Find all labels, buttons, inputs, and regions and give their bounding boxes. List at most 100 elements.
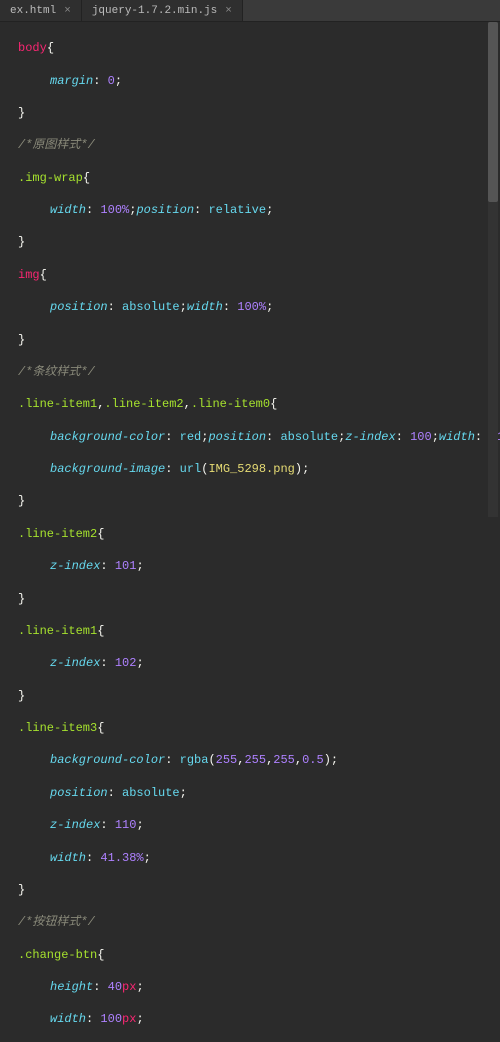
code-token: : — [223, 300, 237, 314]
code-token: ; — [136, 1012, 143, 1026]
code-token: { — [97, 721, 104, 735]
code-token: z-index — [345, 430, 395, 444]
code-token: { — [97, 624, 104, 638]
code-token: position — [50, 300, 108, 314]
code-token: : — [86, 1012, 100, 1026]
code-token: ; — [302, 462, 309, 476]
code-token: .line-item1 — [18, 624, 97, 638]
code-token: 102 — [115, 656, 137, 670]
code-token: ; — [432, 430, 439, 444]
code-token: } — [18, 883, 25, 897]
code-token: .line-item0 — [191, 397, 270, 411]
code-token: ) — [295, 462, 302, 476]
code-token: rgba — [180, 753, 209, 767]
code-token: ; — [136, 559, 143, 573]
code-token: : — [165, 462, 179, 476]
code-token: 100% — [100, 203, 129, 217]
code-editor[interactable]: body{ margin: 0; } /*原图样式*/ .img-wrap{ w… — [0, 22, 500, 1042]
code-token: : — [100, 559, 114, 573]
code-token: .line-item1 — [18, 397, 97, 411]
code-token: { — [47, 41, 54, 55]
code-token: relative — [208, 203, 266, 217]
tab-bar: ex.html × jquery-1.7.2.min.js × — [0, 0, 500, 22]
code-token: z-index — [50, 818, 100, 832]
scrollbar-vertical[interactable] — [488, 22, 498, 517]
code-token: : — [266, 430, 280, 444]
code-token: { — [97, 527, 104, 541]
close-icon[interactable]: × — [225, 5, 232, 17]
code-token: { — [97, 948, 104, 962]
code-token: ; — [331, 753, 338, 767]
code-token: background-image — [50, 462, 165, 476]
close-icon[interactable]: × — [64, 5, 71, 17]
code-token: : — [93, 980, 107, 994]
code-token: red — [180, 430, 202, 444]
code-token: .line-item2 — [18, 527, 97, 541]
code-token: 0 — [108, 74, 115, 88]
code-token: : — [165, 430, 179, 444]
code-token: absolute — [122, 786, 180, 800]
code-token: , — [184, 397, 191, 411]
code-token: ; — [180, 300, 187, 314]
tab-jquery[interactable]: jquery-1.7.2.min.js × — [82, 0, 243, 21]
code-token: , — [295, 753, 302, 767]
code-comment: /*原图样式*/ — [18, 138, 95, 152]
code-token: ; — [115, 74, 122, 88]
code-token: absolute — [280, 430, 338, 444]
code-token: .img-wrap — [18, 171, 83, 185]
code-comment: /*按钮样式*/ — [18, 915, 95, 929]
code-token: : — [194, 203, 208, 217]
code-token: .line-item3 — [18, 721, 97, 735]
code-token: width — [50, 851, 86, 865]
code-token: 41.38% — [100, 851, 143, 865]
code-token: { — [83, 171, 90, 185]
code-token: position — [208, 430, 266, 444]
code-token: 100% — [237, 300, 266, 314]
code-token: ; — [266, 300, 273, 314]
code-token: 110 — [115, 818, 137, 832]
code-token: } — [18, 333, 25, 347]
code-token: width — [50, 203, 86, 217]
code-token: } — [18, 592, 25, 606]
code-comment: /*条纹样式*/ — [18, 365, 95, 379]
code-token: px — [122, 1012, 136, 1026]
code-token: , — [266, 753, 273, 767]
code-token: 100 — [100, 1012, 122, 1026]
code-token: url — [180, 462, 202, 476]
code-token: 0.5 — [302, 753, 324, 767]
code-token: z-index — [50, 656, 100, 670]
code-token: IMG_5298.png — [208, 462, 294, 476]
code-token: ; — [266, 203, 273, 217]
code-token: : — [108, 786, 122, 800]
code-token: ) — [324, 753, 331, 767]
tab-ex-html[interactable]: ex.html × — [0, 0, 82, 21]
code-token: } — [18, 494, 25, 508]
code-token: img — [18, 268, 40, 282]
code-token: width — [187, 300, 223, 314]
code-token: ; — [180, 786, 187, 800]
scrollbar-thumb[interactable] — [488, 22, 498, 202]
code-token: margin — [50, 74, 93, 88]
tab-label: jquery-1.7.2.min.js — [92, 5, 217, 17]
code-token: 255 — [273, 753, 295, 767]
code-token: : — [86, 203, 100, 217]
code-token: background-color — [50, 430, 165, 444]
code-token: position — [136, 203, 194, 217]
code-token: : — [396, 430, 410, 444]
code-token: body — [18, 41, 47, 55]
code-token: ; — [136, 656, 143, 670]
tab-label: ex.html — [10, 5, 56, 17]
code-token: ; — [136, 980, 143, 994]
code-token: px — [122, 980, 136, 994]
code-token: width — [439, 430, 475, 444]
code-token: : — [100, 656, 114, 670]
code-token: } — [18, 235, 25, 249]
code-token: : — [108, 300, 122, 314]
code-token: : — [100, 818, 114, 832]
code-token: width — [50, 1012, 86, 1026]
code-token: { — [40, 268, 47, 282]
code-token: 100 — [410, 430, 432, 444]
code-token: z-index — [50, 559, 100, 573]
code-token: } — [18, 689, 25, 703]
code-token: { — [270, 397, 277, 411]
